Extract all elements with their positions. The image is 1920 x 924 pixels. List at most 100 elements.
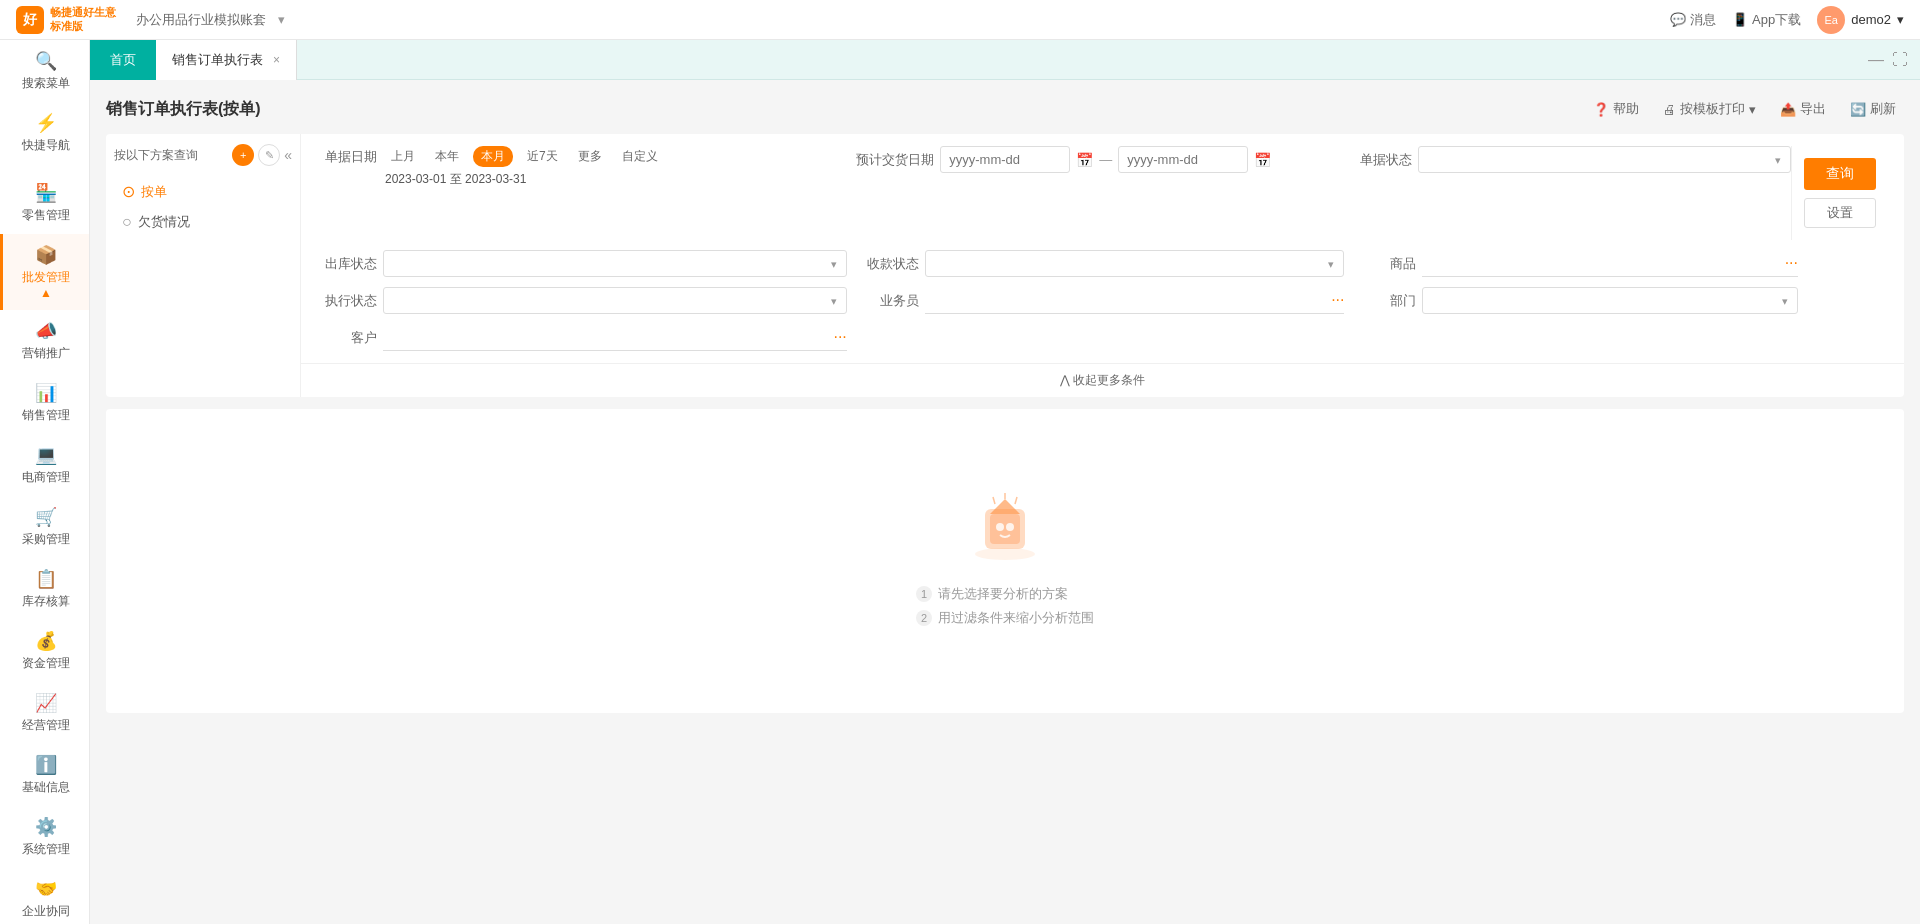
tab-close-icon[interactable]: × [273,53,280,67]
delivery-status-select[interactable] [383,250,847,277]
sidebar-item-ecommerce[interactable]: 💻 电商管理 [0,434,89,496]
expected-date-start[interactable] [940,146,1070,173]
tab-sales-order[interactable]: 销售订单执行表 × [156,40,297,80]
wholesale-arrow: ▲ [40,286,52,300]
date-btn-thisyear[interactable]: 本年 [429,146,465,167]
svg-line-7 [1015,497,1017,504]
product-dots-icon[interactable]: ··· [1785,254,1798,272]
expected-date-field: 预计交货日期 📅 — 📅 [844,146,1339,173]
calendar-end-icon[interactable]: 📅 [1254,152,1271,168]
add-scheme-button[interactable]: + [232,144,254,166]
filter-wrap: 按以下方案查询 + ✎ « ⊙ 按单 ○ 欠货情况 [106,134,1904,397]
department-select[interactable] [1422,287,1798,314]
delivery-status-select-wrap [383,250,847,277]
username-label: demo2 [1851,12,1891,27]
exec-status-select-wrap [383,287,847,314]
filter-row-2: 出库状态 收款状态 [317,250,1888,277]
left-panel-icons: + ✎ « [232,144,292,166]
customer-dots-icon[interactable]: ··· [833,328,846,346]
tip-num-1: 1 [916,586,932,602]
filter-main: 单据日期 上月 本年 本月 近7天 更多 自定义 2023-03-01 至 20 [301,134,1904,359]
product-input-wrap: ··· [1422,250,1798,277]
sidebar-item-marketing[interactable]: 📣 营销推广 [0,310,89,372]
print-button[interactable]: 🖨 按模板打印 ▾ [1655,96,1764,122]
tab-minimize-icon[interactable]: — [1868,51,1884,69]
department-field: 部门 [1344,287,1798,314]
scheme-item-order[interactable]: ⊙ 按单 [114,176,292,207]
finance-icon: 💰 [35,630,57,652]
doc-status-select[interactable] [1418,146,1791,173]
settings-button[interactable]: 设置 [1804,198,1876,228]
tab-expand-icon[interactable]: ⛶ [1892,51,1908,69]
sales-icon: 📊 [35,382,57,404]
date-range-text: 2023-03-01 至 2023-03-31 [385,171,526,188]
sidebar: 🔍 搜索菜单 ⚡ 快捷导航 🏪 零售管理 📦 批发管理 ▲ 📣 营销推广 📊 销… [0,40,90,924]
marketing-icon: 📣 [35,320,57,342]
date-quick-row: 单据日期 上月 本年 本月 近7天 更多 自定义 [317,146,844,167]
sidebar-item-system[interactable]: ⚙️ 系统管理 [0,806,89,868]
msg-button[interactable]: 💬 消息 [1670,11,1716,29]
collapse-conditions-btn[interactable]: ⋀ 收起更多条件 [301,363,1904,397]
exec-status-field: 执行状态 [317,287,847,314]
collapse-panel-icon[interactable]: « [284,147,292,163]
receipt-status-select[interactable] [925,250,1345,277]
empty-tip-1: 1 请先选择要分析的方案 [916,585,1094,603]
print-icon: 🖨 [1663,102,1676,117]
tab-bar: 首页 销售订单执行表 × — ⛶ [90,40,1920,80]
sidebar-item-sales[interactable]: 📊 销售管理 [0,372,89,434]
wholesale-icon: 📦 [35,244,57,266]
sidebar-item-quicknav[interactable]: ⚡ 快捷导航 [0,102,89,164]
department-select-wrap [1422,287,1798,314]
sidebar-item-basic-info[interactable]: ℹ️ 基础信息 [0,744,89,806]
sidebar-item-wholesale[interactable]: 📦 批发管理 ▲ [0,234,89,310]
sidebar-item-purchase[interactable]: 🛒 采购管理 [0,496,89,558]
tab-home[interactable]: 首页 [90,40,156,80]
sidebar-item-retail[interactable]: 🏪 零售管理 [0,172,89,234]
refresh-button[interactable]: 🔄 刷新 [1842,96,1904,122]
date-btn-lastmonth[interactable]: 上月 [385,146,421,167]
page-actions: ❓ 帮助 🖨 按模板打印 ▾ 📤 导出 🔄 刷新 [1585,96,1904,122]
search-button[interactable]: 查询 [1804,158,1876,190]
search-action-col: 查询 设置 [1791,146,1888,240]
empty-tips: 1 请先选择要分析的方案 2 用过滤条件来缩小分析范围 [916,585,1094,633]
export-button[interactable]: 📤 导出 [1772,96,1834,122]
avatar: Ea [1817,6,1845,34]
receipt-status-select-wrap [925,250,1345,277]
user-menu[interactable]: Ea demo2 ▾ [1817,6,1904,34]
page-title-bar: 销售订单执行表(按单) ❓ 帮助 🖨 按模板打印 ▾ 📤 导出 [106,96,1904,122]
help-button[interactable]: ❓ 帮助 [1585,96,1647,122]
app-download-button[interactable]: 📱 App下载 [1732,11,1801,29]
top-bar-right: 💬 消息 📱 App下载 Ea demo2 ▾ [1670,6,1904,34]
scheme-item-backorder[interactable]: ○ 欠货情况 [114,207,292,237]
sidebar-item-operations[interactable]: 📈 经营管理 [0,682,89,744]
sidebar-item-inventory[interactable]: 📋 库存核算 [0,558,89,620]
sidebar-item-finance[interactable]: 💰 资金管理 [0,620,89,682]
svg-point-4 [996,523,1004,531]
date-btn-more[interactable]: 更多 [572,146,608,167]
customer-field: 客户 ··· [317,324,847,351]
exec-status-select[interactable] [383,287,847,314]
page-content: 销售订单执行表(按单) ❓ 帮助 🖨 按模板打印 ▾ 📤 导出 [90,80,1920,924]
expected-date-end[interactable] [1118,146,1248,173]
left-panel: 按以下方案查询 + ✎ « ⊙ 按单 ○ 欠货情况 [106,134,301,397]
date-btn-thismonth[interactable]: 本月 [473,146,513,167]
product-label: 商品 [1356,255,1416,273]
filter-row-4: 客户 ··· [317,324,1888,351]
sidebar-item-enterprise[interactable]: 🤝 企业协同 [0,868,89,924]
enterprise-icon: 🤝 [35,878,57,900]
edit-scheme-button[interactable]: ✎ [258,144,280,166]
retail-icon: 🏪 [35,182,57,204]
system-title: 办公用品行业模拟账套 [136,11,266,29]
calendar-start-icon[interactable]: 📅 [1076,152,1093,168]
scheme-order-icon: ⊙ [122,182,135,201]
date-btn-custom[interactable]: 自定义 [616,146,664,167]
filter-row-3: 执行状态 业务员 ··· [317,287,1888,314]
tab-bar-actions: — ⛶ [1868,51,1920,69]
salesperson-label: 业务员 [859,292,919,310]
date-btn-7days[interactable]: 近7天 [521,146,564,167]
tip-num-2: 2 [916,610,932,626]
salesperson-dots-icon[interactable]: ··· [1331,291,1344,309]
sidebar-item-search[interactable]: 🔍 搜索菜单 [0,40,89,102]
customer-input-wrap: ··· [383,324,847,351]
top-bar-left: 好 畅捷通好生意 标准版 办公用品行业模拟账套 ▾ [16,6,285,34]
